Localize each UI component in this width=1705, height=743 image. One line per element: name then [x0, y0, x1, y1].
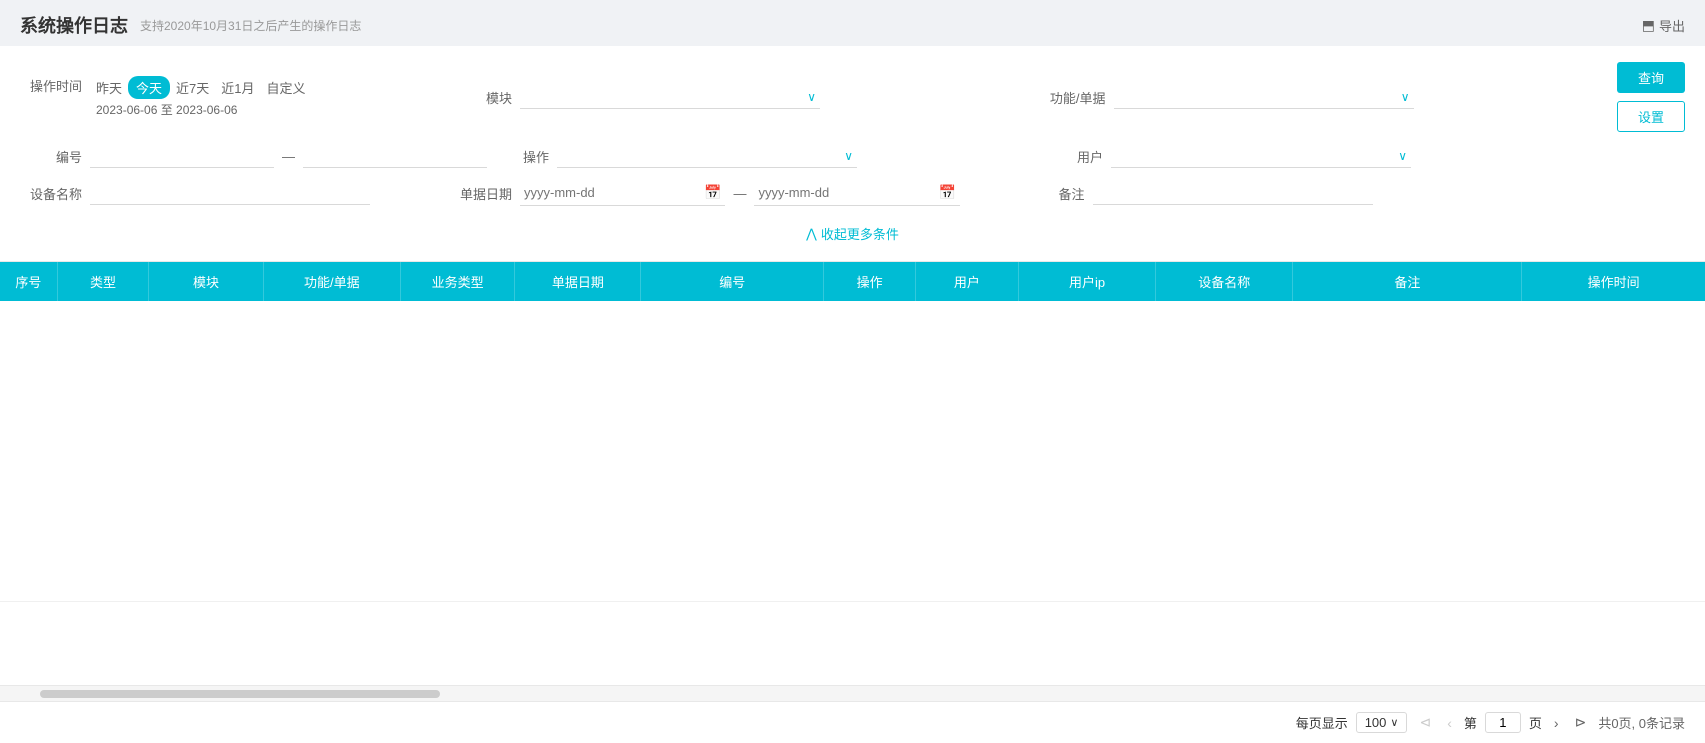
time-custom-btn[interactable]: 自定义 — [261, 76, 312, 99]
number-to-input[interactable] — [303, 144, 487, 168]
number-from-input[interactable] — [90, 144, 274, 168]
module-chevron-icon: ∨ — [807, 90, 816, 104]
settings-button[interactable]: 设置 — [1617, 101, 1685, 132]
filter-row-2: 编号 — 操作 ∨ 用户 ∨ — [20, 144, 1685, 168]
col-remark: 备注 — [1293, 262, 1522, 301]
col-user-ip: 用户ip — [1018, 262, 1155, 301]
action-buttons: 查询 设置 — [1617, 62, 1685, 132]
operation-filter: 操作 ∨ — [487, 145, 1031, 168]
per-page-chevron-icon: ∨ — [1390, 716, 1398, 729]
empty-cell — [0, 301, 1705, 601]
page-title: 系统操作日志 — [20, 12, 128, 38]
calendar-from-icon[interactable]: 📅 — [704, 184, 721, 201]
filter-row-3: 设备名称 单据日期 📅 — 📅 备注 — [20, 180, 1685, 206]
user-filter: 用户 ∨ — [1031, 145, 1575, 168]
operation-select[interactable]: ∨ — [557, 145, 857, 168]
col-module: 模块 — [149, 262, 263, 301]
device-filter: 设备名称 — [20, 181, 450, 205]
date-to-wrapper: 📅 — [754, 180, 959, 206]
empty-row — [0, 301, 1705, 601]
col-number: 编号 — [641, 262, 824, 301]
col-biz-type: 业务类型 — [400, 262, 514, 301]
prev-page-button[interactable]: ‹ — [1443, 713, 1456, 733]
user-select[interactable]: ∨ — [1111, 145, 1411, 168]
per-page-select[interactable]: 100 ∨ — [1356, 712, 1408, 733]
next-page-button[interactable]: › — [1550, 713, 1563, 733]
per-page-label: 每页显示 — [1296, 713, 1348, 732]
module-filter: 模块 ∨ — [450, 86, 1034, 109]
page-label2: 页 — [1529, 713, 1542, 732]
number-label: 编号 — [20, 147, 90, 166]
date-from-wrapper: 📅 — [520, 180, 725, 206]
export-label: 导出 — [1659, 16, 1685, 35]
date-from-input[interactable] — [524, 185, 700, 200]
table-container: 序号 类型 模块 功能/单据 业务类型 单据日期 编号 操作 用户 用户ip 设… — [0, 262, 1705, 685]
device-label: 设备名称 — [20, 184, 90, 203]
date-dash: — — [733, 186, 746, 201]
time-range-text: 2023-06-06 至 2023-06-06 — [96, 101, 312, 118]
pagination-bar: 每页显示 100 ∨ ⊲ ‹ 第 页 › ⊳ 共0页, 0条记录 — [0, 701, 1705, 743]
time-label: 操作时间 — [20, 76, 90, 95]
table-header-row: 序号 类型 模块 功能/单据 业务类型 单据日期 编号 操作 用户 用户ip 设… — [0, 262, 1705, 301]
table-header: 序号 类型 模块 功能/单据 业务类型 单据日期 编号 操作 用户 用户ip 设… — [0, 262, 1705, 301]
col-user: 用户 — [915, 262, 1018, 301]
module-label: 模块 — [450, 88, 520, 107]
user-label: 用户 — [1031, 147, 1111, 166]
feature-chevron-icon: ∨ — [1401, 90, 1410, 104]
data-table: 序号 类型 模块 功能/单据 业务类型 单据日期 编号 操作 用户 用户ip 设… — [0, 262, 1705, 602]
page-header: 系统操作日志 支持2020年10月31日之后产生的操作日志 ⬒ 导出 — [0, 0, 1705, 46]
page-subtitle: 支持2020年10月31日之后产生的操作日志 — [140, 17, 361, 34]
number-filter: 编号 — — [20, 144, 487, 168]
col-op-time: 操作时间 — [1522, 262, 1705, 301]
table-body — [0, 301, 1705, 601]
feature-select[interactable]: ∨ — [1114, 86, 1414, 109]
col-operation: 操作 — [824, 262, 916, 301]
feature-filter: 功能/单据 ∨ — [1034, 86, 1618, 109]
time-yesterday-btn[interactable]: 昨天 — [90, 76, 128, 99]
col-voucher-date: 单据日期 — [515, 262, 641, 301]
device-input[interactable] — [90, 181, 370, 205]
filter-area: 操作时间 昨天 今天 近7天 近1月 自定义 2023-06-06 至 2023… — [0, 46, 1705, 262]
time-1month-btn[interactable]: 近1月 — [215, 76, 260, 99]
query-button[interactable]: 查询 — [1617, 62, 1685, 93]
col-type: 类型 — [57, 262, 149, 301]
collapse-label: 收起更多条件 — [821, 224, 899, 243]
operation-label: 操作 — [487, 147, 557, 166]
feature-label: 功能/单据 — [1034, 88, 1114, 107]
date-to-input[interactable] — [758, 185, 934, 200]
col-seq: 序号 — [0, 262, 57, 301]
user-chevron-icon: ∨ — [1398, 149, 1407, 163]
operation-chevron-icon: ∨ — [844, 149, 853, 163]
last-page-button[interactable]: ⊳ — [1571, 712, 1591, 733]
page-label: 第 — [1464, 713, 1477, 732]
first-page-button[interactable]: ⊲ — [1415, 712, 1435, 733]
remark-label: 备注 — [1013, 184, 1093, 203]
horizontal-scrollbar[interactable] — [0, 685, 1705, 701]
time-filter-group: 操作时间 昨天 今天 近7天 近1月 自定义 2023-06-06 至 2023… — [20, 76, 450, 118]
col-device: 设备名称 — [1156, 262, 1293, 301]
scroll-thumb[interactable] — [40, 690, 440, 698]
time-row: 昨天 今天 近7天 近1月 自定义 — [90, 76, 312, 99]
export-button[interactable]: ⬒ 导出 — [1642, 16, 1685, 35]
filter-row-1: 操作时间 昨天 今天 近7天 近1月 自定义 2023-06-06 至 2023… — [20, 62, 1685, 132]
collapse-button[interactable]: ⋀ 收起更多条件 — [806, 224, 899, 243]
number-dash: — — [282, 149, 295, 164]
collapse-bar[interactable]: ⋀ 收起更多条件 — [20, 218, 1685, 245]
voucher-date-label: 单据日期 — [450, 184, 520, 203]
pagination-total: 共0页, 0条记录 — [1598, 713, 1685, 732]
col-feature: 功能/单据 — [263, 262, 400, 301]
time-7days-btn[interactable]: 近7天 — [170, 76, 215, 99]
calendar-to-icon[interactable]: 📅 — [938, 184, 955, 201]
module-select[interactable]: ∨ — [520, 86, 820, 109]
remark-filter: 备注 — [1013, 181, 1576, 205]
collapse-up-icon: ⋀ — [806, 226, 817, 242]
page-number-input[interactable] — [1485, 712, 1521, 733]
per-page-value: 100 — [1365, 715, 1387, 730]
time-today-btn[interactable]: 今天 — [128, 76, 170, 99]
remark-input[interactable] — [1093, 181, 1373, 205]
voucher-date-filter: 单据日期 📅 — 📅 — [450, 180, 1013, 206]
time-block: 昨天 今天 近7天 近1月 自定义 2023-06-06 至 2023-06-0… — [90, 76, 312, 118]
export-icon: ⬒ — [1642, 17, 1655, 34]
